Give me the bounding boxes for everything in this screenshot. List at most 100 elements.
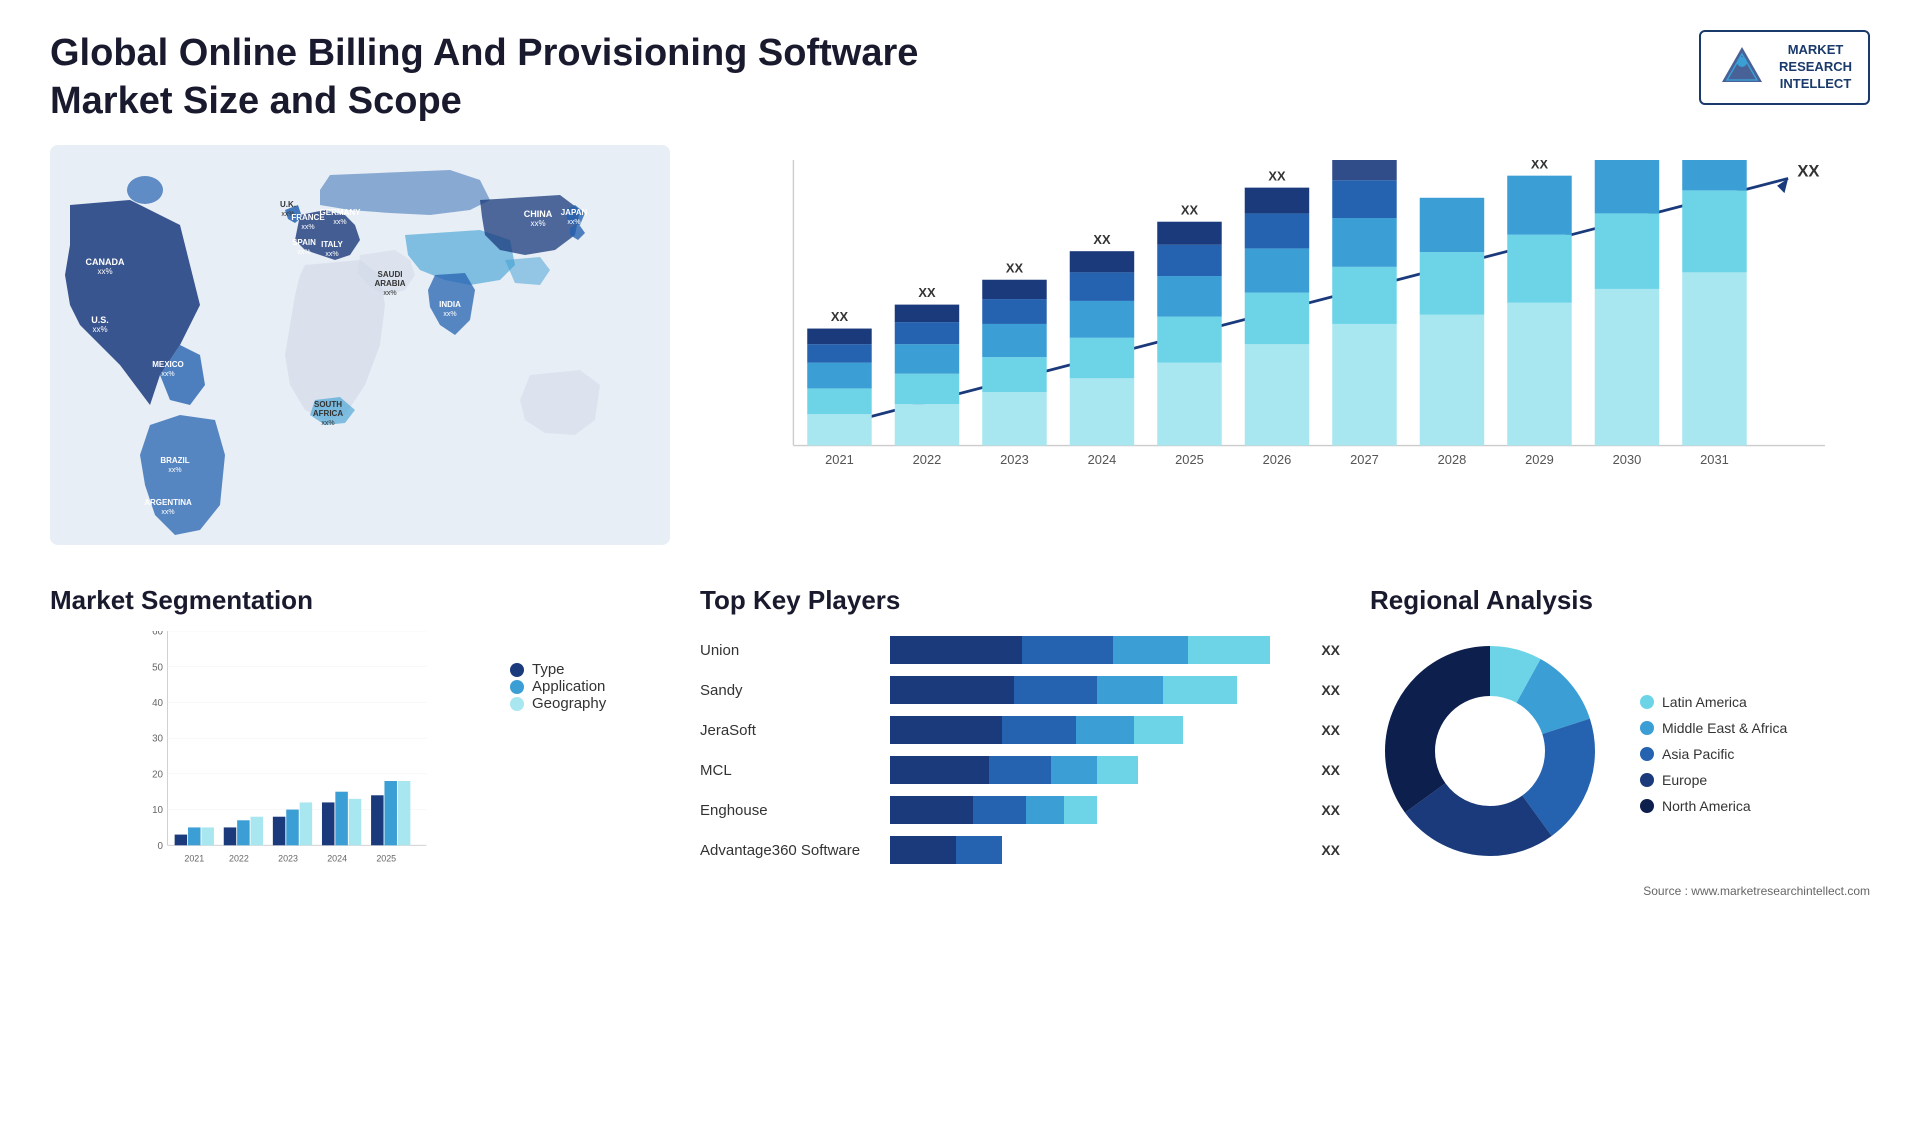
player-value: XX bbox=[1321, 762, 1340, 778]
svg-text:xx%: xx% bbox=[567, 219, 580, 226]
svg-text:SPAIN: SPAIN bbox=[292, 238, 316, 247]
bar-seg1 bbox=[890, 836, 956, 864]
svg-text:2025: 2025 bbox=[376, 853, 396, 863]
svg-text:ARABIA: ARABIA bbox=[374, 279, 405, 288]
bar-seg4 bbox=[1188, 636, 1271, 664]
svg-text:xx%: xx% bbox=[161, 509, 174, 516]
bar-seg1 bbox=[890, 716, 1002, 744]
europe-dot bbox=[1640, 773, 1654, 787]
svg-text:40: 40 bbox=[152, 698, 163, 709]
player-value: XX bbox=[1321, 802, 1340, 818]
player-bar bbox=[890, 636, 1303, 664]
logo: MARKET RESEARCH INTELLECT bbox=[1699, 30, 1870, 105]
regional-chart: Latin America Middle East & Africa Asia … bbox=[1370, 631, 1870, 876]
svg-text:xx%: xx% bbox=[92, 325, 107, 334]
type-dot bbox=[510, 663, 524, 677]
svg-text:XX: XX bbox=[1093, 232, 1111, 247]
player-bar bbox=[890, 756, 1303, 784]
bar-seg3 bbox=[1097, 676, 1163, 704]
map-section: CANADA xx% U.S. xx% MEXICO xx% BRAZIL xx… bbox=[50, 145, 670, 565]
svg-text:CHINA: CHINA bbox=[524, 209, 553, 219]
bar-seg4 bbox=[1134, 716, 1184, 744]
svg-text:xx%: xx% bbox=[530, 219, 545, 228]
bar-seg1 bbox=[890, 636, 1022, 664]
legend-geography: Geography bbox=[510, 695, 670, 712]
player-name: Union bbox=[700, 642, 880, 659]
svg-text:JAPAN: JAPAN bbox=[561, 208, 588, 217]
svg-text:2026: 2026 bbox=[1263, 452, 1292, 467]
regional-section: Regional Analysis bbox=[1370, 585, 1870, 911]
svg-text:xx%: xx% bbox=[325, 251, 338, 258]
page-header: Global Online Billing And Provisioning S… bbox=[50, 30, 1870, 125]
player-name: MCL bbox=[700, 762, 880, 779]
svg-text:2030: 2030 bbox=[1613, 452, 1642, 467]
svg-text:XX: XX bbox=[918, 285, 936, 300]
players-title: Top Key Players bbox=[700, 585, 1340, 616]
svg-text:2024: 2024 bbox=[1088, 452, 1117, 467]
latin-america-dot bbox=[1640, 695, 1654, 709]
svg-text:xx%: xx% bbox=[443, 311, 456, 318]
player-row-union: Union XX bbox=[700, 636, 1340, 664]
svg-text:0: 0 bbox=[158, 841, 164, 852]
svg-text:SAUDI: SAUDI bbox=[378, 270, 403, 279]
legend-asia-pacific: Asia Pacific bbox=[1640, 746, 1787, 762]
svg-text:2021: 2021 bbox=[825, 452, 854, 467]
map-svg: CANADA xx% U.S. xx% MEXICO xx% BRAZIL xx… bbox=[50, 145, 670, 545]
svg-text:2022: 2022 bbox=[913, 452, 942, 467]
bar-seg2 bbox=[956, 836, 1001, 864]
svg-text:xx%: xx% bbox=[97, 267, 112, 276]
bar-seg3 bbox=[1113, 636, 1187, 664]
bar-seg3 bbox=[1076, 716, 1134, 744]
svg-text:XX: XX bbox=[831, 309, 849, 324]
segmentation-section: Market Segmentation 60 50 40 30 20 bbox=[50, 585, 670, 911]
svg-text:xx%: xx% bbox=[321, 420, 334, 427]
player-bar bbox=[890, 676, 1303, 704]
svg-text:XX: XX bbox=[1268, 168, 1286, 183]
world-map: CANADA xx% U.S. xx% MEXICO xx% BRAZIL xx… bbox=[50, 145, 670, 545]
geo-dot bbox=[510, 697, 524, 711]
player-bar bbox=[890, 716, 1303, 744]
svg-text:XX: XX bbox=[1006, 260, 1024, 275]
player-bar bbox=[890, 836, 1303, 864]
svg-text:ARGENTINA: ARGENTINA bbox=[144, 498, 192, 507]
player-value: XX bbox=[1321, 682, 1340, 698]
player-name: Advantage360 Software bbox=[700, 842, 880, 859]
svg-text:2027: 2027 bbox=[1350, 452, 1379, 467]
page-title: Global Online Billing And Provisioning S… bbox=[50, 30, 950, 125]
svg-text:50: 50 bbox=[152, 662, 163, 673]
legend-type: Type bbox=[510, 661, 670, 678]
middle-east-dot bbox=[1640, 721, 1654, 735]
bar-seg1 bbox=[890, 796, 973, 824]
svg-text:GERMANY: GERMANY bbox=[320, 208, 362, 217]
svg-text:U.K.: U.K. bbox=[280, 200, 296, 209]
svg-text:2029: 2029 bbox=[1525, 452, 1554, 467]
seg-legend: Type Application Geography bbox=[510, 631, 670, 712]
player-row-jerasoft: JeraSoft XX bbox=[700, 716, 1340, 744]
svg-text:SOUTH: SOUTH bbox=[314, 400, 342, 409]
svg-text:XX: XX bbox=[1531, 160, 1549, 171]
regional-legend: Latin America Middle East & Africa Asia … bbox=[1640, 694, 1787, 814]
svg-text:60: 60 bbox=[152, 631, 163, 638]
bar-seg2 bbox=[1022, 636, 1113, 664]
svg-text:XX: XX bbox=[1797, 162, 1819, 181]
svg-text:10: 10 bbox=[152, 805, 163, 816]
logo-icon bbox=[1717, 42, 1767, 92]
legend-application: Application bbox=[510, 678, 670, 695]
players-list: Union XX Sandy bbox=[700, 631, 1340, 864]
svg-text:30: 30 bbox=[152, 734, 163, 745]
svg-text:xx%: xx% bbox=[168, 467, 181, 474]
regional-title: Regional Analysis bbox=[1370, 585, 1870, 616]
svg-text:2021: 2021 bbox=[184, 853, 204, 863]
bar-seg4 bbox=[1064, 796, 1097, 824]
player-row-enghouse: Enghouse XX bbox=[700, 796, 1340, 824]
bar-seg2 bbox=[1002, 716, 1076, 744]
player-row-mcl: MCL XX bbox=[700, 756, 1340, 784]
key-players-section: Top Key Players Union XX Sandy bbox=[700, 585, 1340, 911]
svg-text:xx%: xx% bbox=[383, 290, 396, 297]
player-name: JeraSoft bbox=[700, 722, 880, 739]
bar-seg1 bbox=[890, 756, 989, 784]
bar-chart-section: XX XX 2021 XX 2 bbox=[700, 145, 1870, 565]
app-dot bbox=[510, 680, 524, 694]
legend-latin-america: Latin America bbox=[1640, 694, 1787, 710]
svg-text:2022: 2022 bbox=[229, 853, 249, 863]
